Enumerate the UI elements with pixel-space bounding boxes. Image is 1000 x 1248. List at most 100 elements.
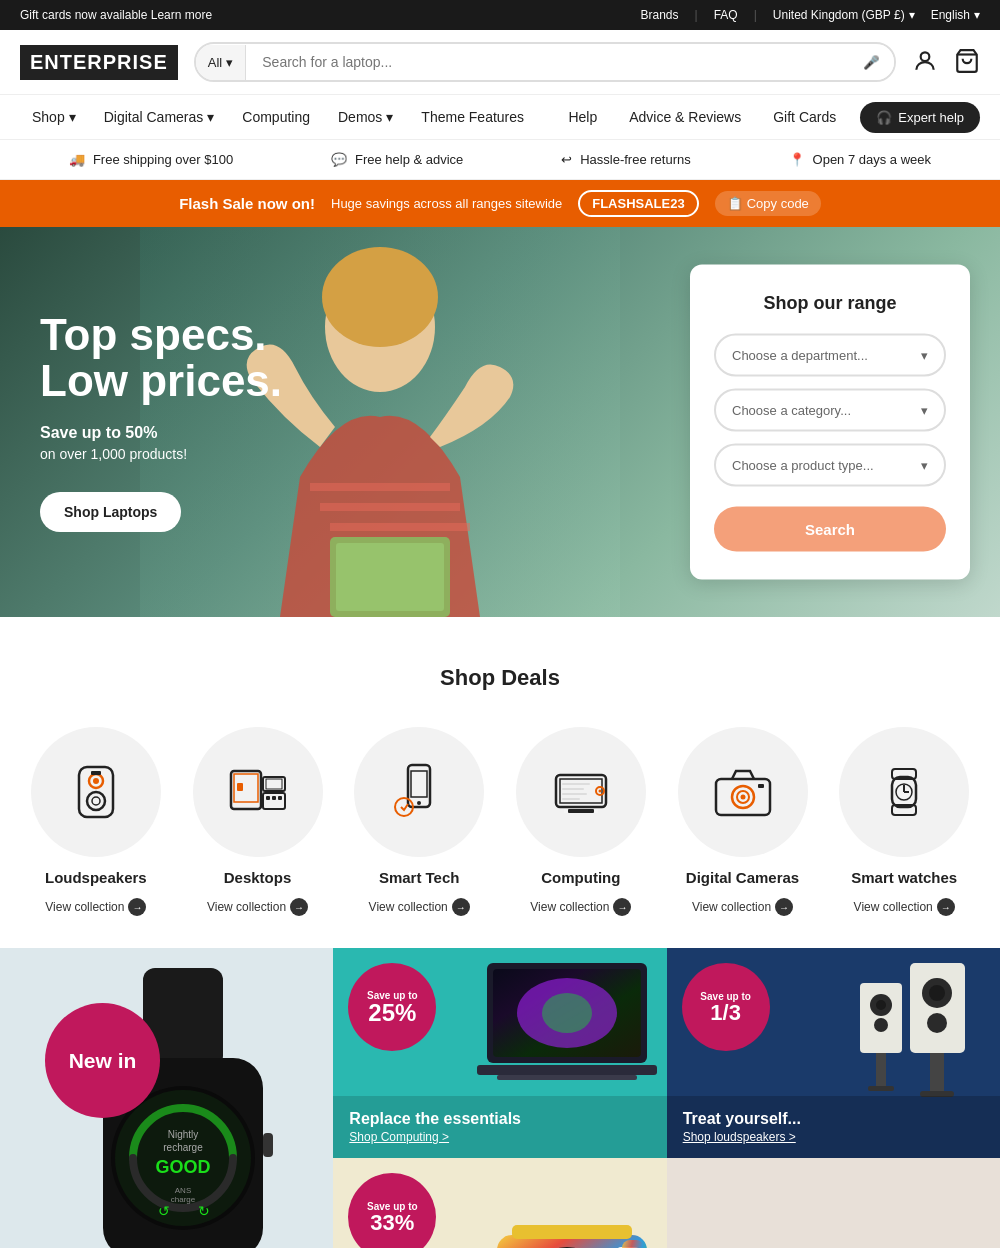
svg-rect-19 [266,796,270,800]
svg-point-32 [598,790,601,793]
computing-save-badge: Save up to 25% [348,963,436,1051]
deal-digital-cameras: Digital Cameras View collection → [667,727,819,916]
svg-rect-28 [568,809,594,813]
svg-rect-77 [876,1053,886,1088]
nav-item-theme-features[interactable]: Theme Features [409,95,536,139]
brands-link[interactable]: Brands [641,8,679,22]
deal-desktops-name: Desktops [224,869,292,886]
copy-icon: 📋 [727,196,743,211]
language-selector[interactable]: English ▾ [931,8,980,22]
returns-icon: ↩ [561,152,572,167]
cart-icon[interactable] [954,48,980,77]
new-in-text: New in [69,1049,137,1073]
promo-cameras[interactable]: Save up to 33% [333,1158,666,1248]
category-select[interactable]: Choose a category... ▾ [714,389,946,432]
svg-rect-60 [263,1133,273,1157]
shop-search-button[interactable]: Search [714,507,946,552]
svg-point-11 [92,797,100,805]
account-icon[interactable] [912,48,938,77]
product-type-select[interactable]: Choose a product type... ▾ [714,444,946,487]
svg-text:recharge: recharge [164,1142,204,1153]
deal-desktops-link[interactable]: View collection → [207,898,308,916]
hero-section: Top specs. Low prices. Save up to 50% on… [0,227,1000,617]
learn-more-link[interactable]: Learn more [151,8,212,22]
computing-shop-link[interactable]: Shop Computing > [349,1130,449,1144]
svg-point-70 [927,1013,947,1033]
search-input[interactable] [246,44,849,80]
header-icons [912,48,980,77]
promo-loudspeakers[interactable]: Save up to 1/3 Tre [667,948,1000,1158]
promo-new-in[interactable]: New in Nightly recharge GOOD [0,948,333,1248]
svg-rect-15 [237,783,243,791]
benefit-returns: ↩ Hassle-free returns [561,152,691,167]
faq-link[interactable]: FAQ [714,8,738,22]
flash-code[interactable]: FLASHSALE23 [578,190,698,217]
svg-rect-66 [497,1075,637,1080]
headset-icon: 🎧 [876,110,892,125]
svg-rect-65 [477,1065,657,1075]
department-select[interactable]: Choose a department... ▾ [714,334,946,377]
svg-rect-34 [562,788,584,790]
svg-rect-12 [91,771,101,775]
nav-item-computing[interactable]: Computing [230,95,322,139]
flash-sale-bar: Flash Sale now on! Huge savings across a… [0,180,1000,227]
flash-title: Flash Sale now on! [179,195,315,212]
svg-rect-36 [562,798,580,800]
deal-smart-tech-link[interactable]: View collection → [369,898,470,916]
deal-watches-link[interactable]: View collection → [854,898,955,916]
promo-computing[interactable]: Save up to 25% [333,948,666,1158]
deal-computing: Computing View collection → [505,727,657,916]
deal-digital-cameras-circle[interactable] [678,727,808,857]
computing-promo-text: Replace the essentials Shop Computing > [333,1096,666,1158]
nav-item-demos[interactable]: Demos ▾ [326,95,405,139]
loudspeakers-save-amount: 1/3 [710,1002,741,1024]
svg-rect-30 [594,809,598,813]
deal-smart-tech-circle[interactable] [354,727,484,857]
copy-code-button[interactable]: 📋 Copy code [715,191,821,216]
deals-grid: Loudspeakers View collection → [20,727,980,916]
new-in-badge: New in [45,1003,160,1118]
search-bar: All ▾ 🎤 [194,42,896,82]
cameras-save-amount: 33% [370,1212,414,1234]
nav-advice[interactable]: Advice & Reviews [621,95,749,139]
loudspeakers-shop-link[interactable]: Shop loudspeakers > [683,1130,796,1144]
deal-desktops-circle[interactable] [193,727,323,857]
nav-item-shop[interactable]: Shop ▾ [20,95,88,139]
nav-gift-cards[interactable]: Gift Cards [765,95,844,139]
svg-text:GOOD: GOOD [156,1157,211,1177]
search-category-select[interactable]: All ▾ [196,45,246,80]
deal-loudspeakers: Loudspeakers View collection → [20,727,172,916]
shipping-icon: 🚚 [69,152,85,167]
svg-rect-23 [411,771,427,797]
chevron-down-icon: ▾ [69,109,76,125]
expert-help-button[interactable]: 🎧 Expert help [860,102,980,133]
svg-text:↻: ↻ [198,1203,210,1219]
camera-icon [708,757,778,827]
svg-point-75 [876,1000,886,1010]
deal-loudspeakers-link[interactable]: View collection → [45,898,146,916]
chevron-down-icon: ▾ [921,348,928,363]
logo[interactable]: ENTERPRISE [20,45,178,80]
svg-rect-18 [263,793,285,809]
header: ENTERPRISE All ▾ 🎤 [0,30,1000,95]
region-selector[interactable]: United Kingdom (GBP £) ▾ [773,8,915,22]
mic-icon[interactable]: 🎤 [849,45,894,80]
deal-desktops: Desktops View collection → [182,727,334,916]
benefit-shipping: 🚚 Free shipping over $100 [69,152,233,167]
svg-point-24 [417,801,421,805]
deal-smart-watches-circle[interactable] [839,727,969,857]
svg-point-10 [87,792,105,810]
nav-help[interactable]: Help [560,95,605,139]
flash-subtitle: Huge savings across all ranges sitewide [331,196,562,211]
arrow-icon: → [290,898,308,916]
deal-computing-link[interactable]: View collection → [530,898,631,916]
deal-cameras-link[interactable]: View collection → [692,898,793,916]
shop-laptops-button[interactable]: Shop Laptops [40,492,181,532]
chevron-down-icon: ▾ [207,109,214,125]
deal-computing-circle[interactable] [516,727,646,857]
deal-smart-watches: Smart watches View collection → [828,727,980,916]
hero-title: Top specs. Low prices. [40,312,320,404]
computing-save-amount: 25% [368,1001,416,1025]
nav-item-digital-cameras[interactable]: Digital Cameras ▾ [92,95,227,139]
deal-loudspeakers-circle[interactable] [31,727,161,857]
